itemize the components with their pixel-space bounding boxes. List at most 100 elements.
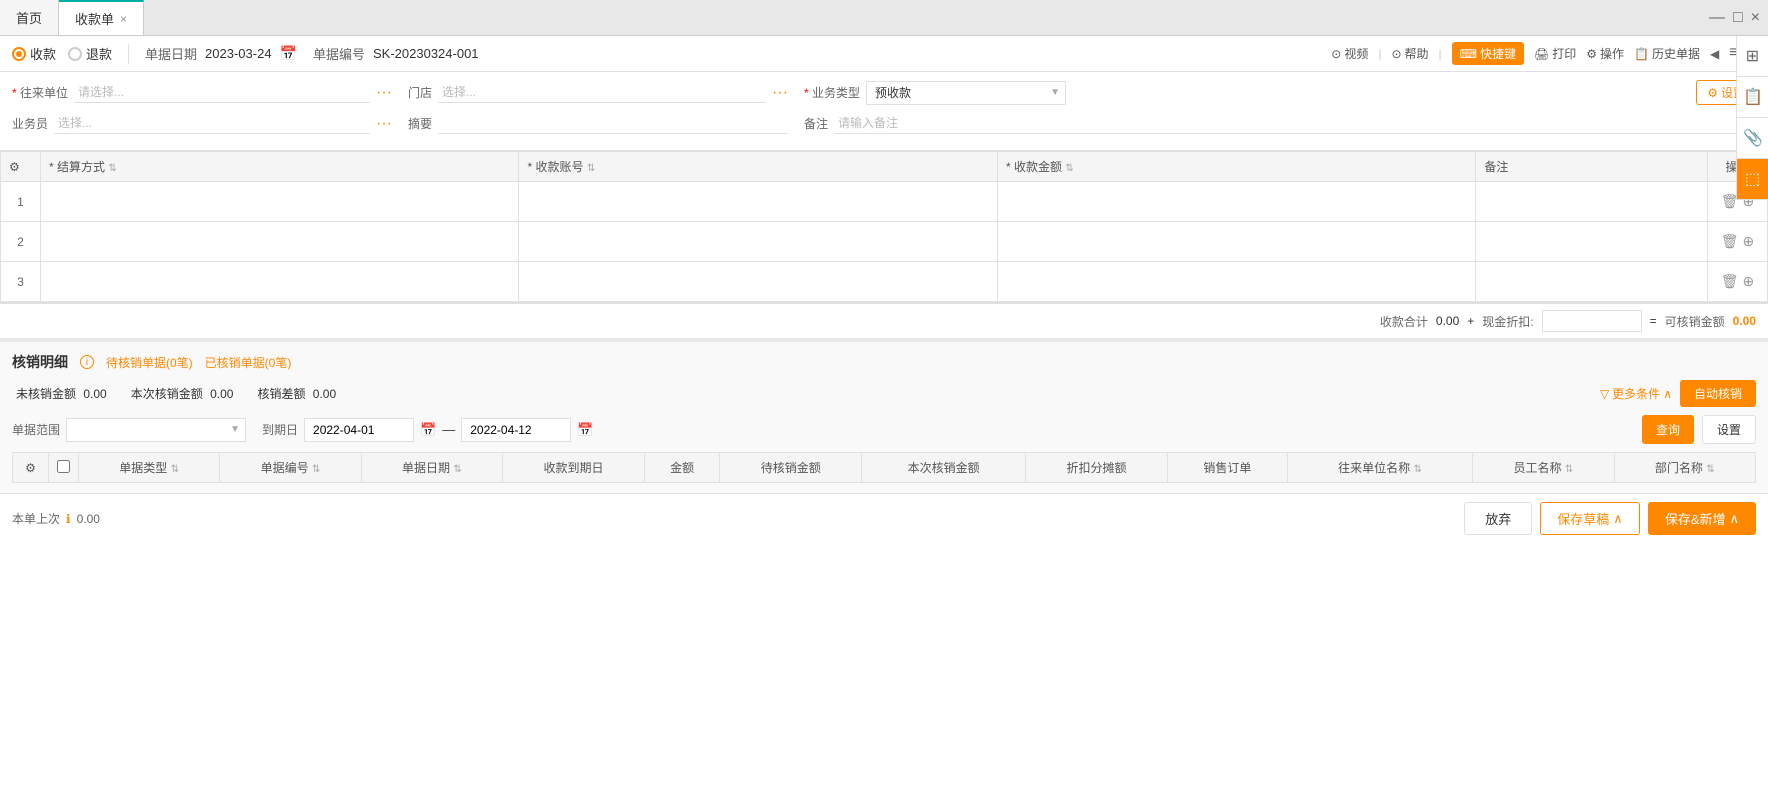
radio-receipt[interactable]: 收款 [12,44,56,63]
partner-field: 往来单位 ··· [12,82,392,103]
btcol-staff[interactable]: 员工名称 [1473,453,1614,483]
calendar-icon[interactable]: 📅 [280,45,297,62]
table-row: 1 🗑 ⊕ [1,182,1768,222]
action-video[interactable]: ⊙ 视频 [1331,45,1368,62]
note-input[interactable] [834,113,1756,134]
row-1-settlement[interactable] [41,182,519,222]
row-2-note[interactable] [1476,222,1708,262]
filter-row: 单据范围 到期日 📅 — 📅 查询 [12,415,1756,444]
action-print[interactable]: 🖨 打印 [1534,45,1576,62]
right-panel-icon-2[interactable]: 📋 [1737,77,1768,118]
col-settlement-header[interactable]: * 结算方式 [41,152,519,182]
row-2-account[interactable] [519,222,997,262]
btcol-checkbox[interactable] [49,453,79,483]
btcol-dept[interactable]: 部门名称 [1614,453,1755,483]
date-to-input[interactable] [461,418,571,442]
done-tab-link[interactable]: 已核销单据(0笔) [205,354,292,371]
row-3-settlement[interactable] [41,262,519,302]
doc-no-label: 单据编号 [313,44,365,63]
pending-tab-link[interactable]: 待核销单据(0笔) [106,354,193,371]
right-panel-icon-4[interactable]: ⬚ [1737,159,1768,200]
shortcut-btn[interactable]: ⌨ 快捷键 [1452,42,1524,65]
select-all-checkbox[interactable] [57,460,70,473]
date-range-sep: — [442,422,455,437]
row-1-amount[interactable] [997,182,1475,222]
auto-verify-btn[interactable]: 自动核销 [1680,380,1756,407]
btcol-type[interactable]: 单据类型 [79,453,220,483]
staff-input[interactable] [54,113,370,134]
store-input[interactable] [438,82,766,103]
footer-left: 本单上次 ℹ 0.00 [12,510,100,527]
partner-label: 往来单位 [12,84,68,101]
radio-refund[interactable]: 退款 [68,44,112,63]
row-2-copy-icon[interactable]: ⊕ [1743,233,1755,250]
tab-close-icon[interactable]: × [120,12,127,26]
action-help[interactable]: ⊙ 帮助 [1391,45,1428,62]
biz-type-select-wrapper[interactable]: 预收款 [866,81,1066,105]
save-draft-btn[interactable]: 保存草稿 ∧ [1540,502,1640,535]
row-3-delete-icon[interactable]: 🗑 [1721,273,1739,290]
per-order-info-icon[interactable]: ℹ [66,512,71,526]
row-2-settlement[interactable] [41,222,519,262]
date-label: 到期日 [262,421,298,438]
row-2-num: 2 [1,222,41,262]
action-history[interactable]: 📋 历史单据 [1634,45,1700,62]
row-3-note[interactable] [1476,262,1708,302]
window-controls: — □ × [1709,9,1768,27]
available-value: 0.00 [1733,314,1756,328]
store-more-icon[interactable]: ··· [772,85,788,101]
biz-type-select[interactable]: 预收款 [866,81,1066,105]
tab-receipt[interactable]: 收款单 × [59,0,144,35]
query-btn[interactable]: 查询 [1642,415,1694,444]
window-max-btn[interactable]: □ [1733,9,1743,27]
row-3-account[interactable] [519,262,997,302]
col-account-header[interactable]: * 收款账号 [519,152,997,182]
right-panel-icon-3[interactable]: 📎 [1737,118,1768,159]
window-min-btn[interactable]: — [1709,9,1725,27]
row-2-delete-icon[interactable]: 🗑 [1721,233,1739,250]
btcol-no[interactable]: 单据编号 [220,453,361,483]
btcol-date[interactable]: 单据日期 [361,453,502,483]
save-new-btn[interactable]: 保存&新增 ∧ [1648,502,1756,535]
btcol-partner[interactable]: 往来单位名称 [1287,453,1473,483]
row-1-account[interactable] [519,182,997,222]
verification-info-icon[interactable]: i [80,355,94,369]
summary-row: 收款合计 0.00 + 现金折扣: = 可核销金额 0.00 [0,303,1768,338]
store-label: 门店 [408,84,432,101]
date-from-input[interactable] [304,418,414,442]
tab-home[interactable]: 首页 [0,0,59,35]
right-panel-icon-1[interactable]: ⊞ [1737,36,1768,77]
save-draft-arrow-icon: ∧ [1613,511,1623,527]
row-3-amount[interactable] [997,262,1475,302]
btcol-discount: 折扣分摊额 [1026,453,1168,483]
row-1-num: 1 [1,182,41,222]
save-new-arrow-icon: ∧ [1729,511,1739,527]
per-order-value: 0.00 [77,512,100,526]
col-amount-header[interactable]: * 收款金额 [997,152,1475,182]
note-label: 备注 [804,115,828,132]
discount-input[interactable] [1542,310,1642,332]
row-3-copy-icon[interactable]: ⊕ [1743,273,1755,290]
verify-settings-btn[interactable]: 设置 [1702,415,1756,444]
btcol-current: 本次核销金额 [862,453,1026,483]
window-close-btn[interactable]: × [1751,9,1760,27]
staff-more-icon[interactable]: ··· [376,116,392,132]
row-2-amount[interactable] [997,222,1475,262]
action-operation[interactable]: ⚙ 操作 [1586,45,1624,62]
cal-to-icon[interactable]: 📅 [577,422,593,438]
range-label: 单据范围 [12,421,60,438]
range-select[interactable] [66,418,246,442]
cal-from-icon[interactable]: 📅 [420,422,436,438]
more-filter-link[interactable]: ▽ 更多条件 ∧ [1600,385,1672,402]
table-gear-header[interactable]: ⚙ [1,152,41,182]
range-select-wrapper[interactable] [66,418,246,442]
abandon-btn[interactable]: 放弃 [1464,502,1532,535]
btcol-gear[interactable]: ⚙ [13,453,49,483]
range-field: 单据范围 [12,418,246,442]
nav-prev-icon[interactable]: ◀ [1710,47,1719,61]
partner-input[interactable] [74,82,370,103]
partner-more-icon[interactable]: ··· [376,85,392,101]
summary-input[interactable] [438,113,788,134]
row-1-note[interactable] [1476,182,1708,222]
doc-date-value: 2023-03-24 [205,46,272,61]
